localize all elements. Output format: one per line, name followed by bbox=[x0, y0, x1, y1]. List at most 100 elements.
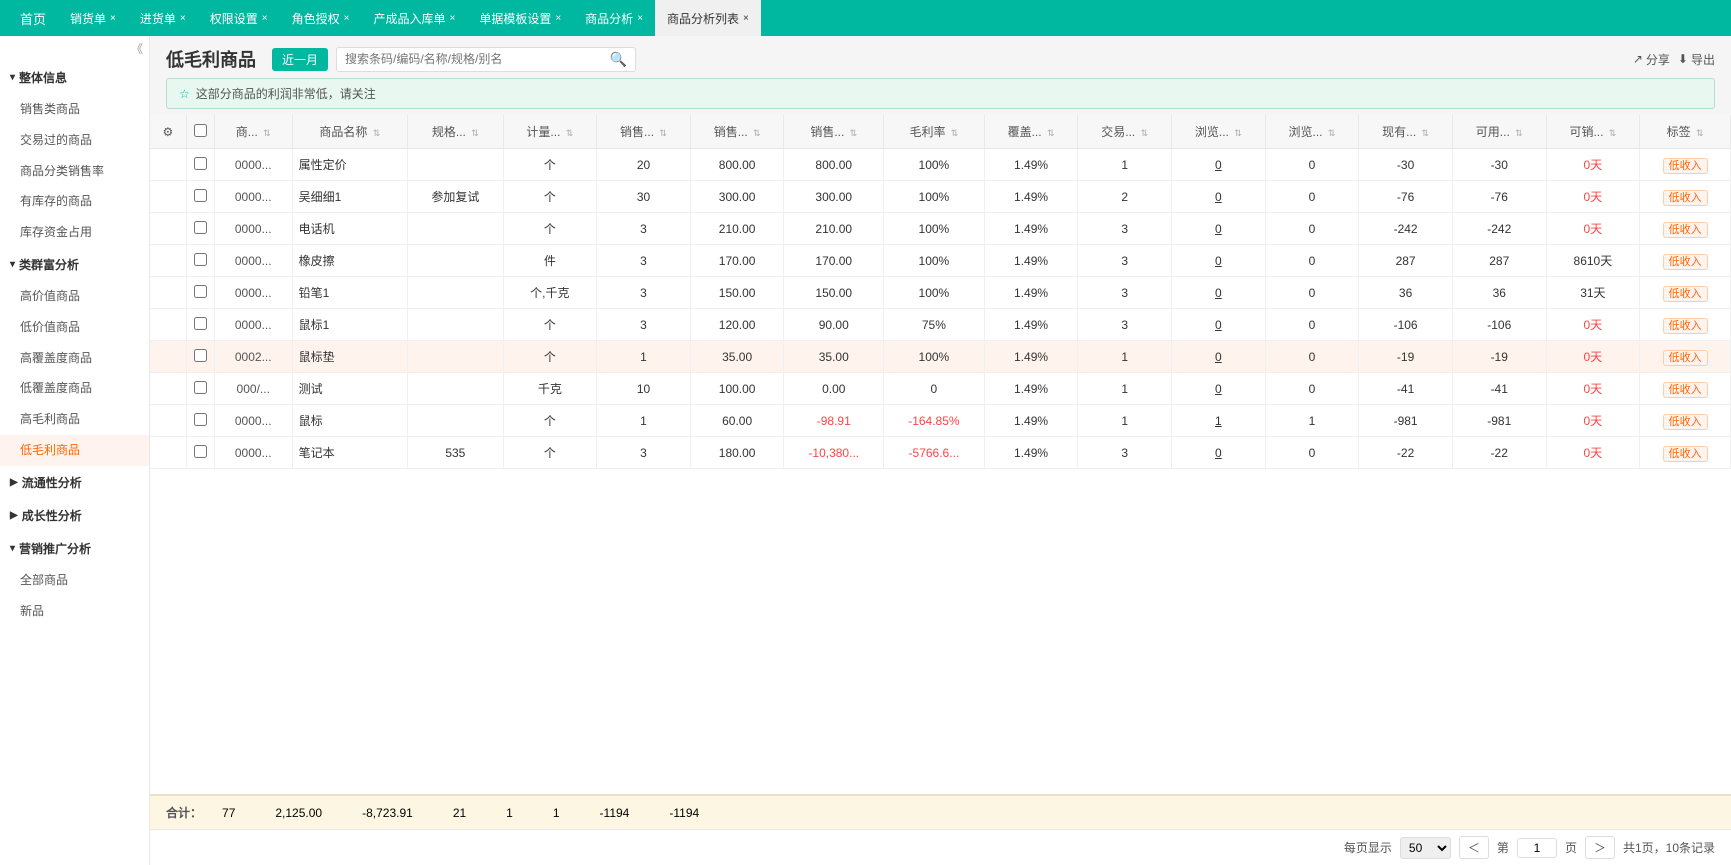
sidebar-collapse-button[interactable]: 《 bbox=[0, 36, 149, 61]
nav-permission-close[interactable]: × bbox=[262, 13, 268, 24]
nav-product-analysis-list-close[interactable]: × bbox=[743, 13, 749, 24]
sidebar-item-high-coverage[interactable]: 高覆盖度商品 bbox=[0, 343, 149, 374]
row-checkbox[interactable] bbox=[194, 221, 207, 234]
row-checkbox[interactable] bbox=[194, 381, 207, 394]
sidebar-item-high-margin[interactable]: 高毛利商品 bbox=[0, 404, 149, 435]
row-checkbox[interactable] bbox=[194, 157, 207, 170]
nav-product-analysis[interactable]: 商品分析 × bbox=[573, 0, 655, 36]
nav-role-close[interactable]: × bbox=[344, 13, 350, 24]
row-settings bbox=[150, 213, 186, 245]
col-spec[interactable]: 规格... ⇅ bbox=[408, 115, 503, 149]
row-view1[interactable]: 0 bbox=[1172, 341, 1266, 373]
row-code: 0000... bbox=[214, 213, 292, 245]
col-sellable[interactable]: 可销... ⇅ bbox=[1546, 115, 1640, 149]
row-view1[interactable]: 0 bbox=[1172, 373, 1266, 405]
col-name[interactable]: 商品名称 ⇅ bbox=[292, 115, 408, 149]
row-view1[interactable]: 0 bbox=[1172, 149, 1266, 181]
row-view1[interactable]: 0 bbox=[1172, 277, 1266, 309]
row-checkbox[interactable] bbox=[194, 285, 207, 298]
sidebar-item-traded-products[interactable]: 交易过的商品 bbox=[0, 125, 149, 156]
nav-sales-close[interactable]: × bbox=[110, 13, 116, 24]
nav-role[interactable]: 角色授权 × bbox=[280, 0, 362, 36]
col-sales-qty[interactable]: 销售... ⇅ bbox=[597, 115, 691, 149]
prev-page-button[interactable]: ＜ bbox=[1459, 836, 1489, 859]
nav-permission[interactable]: 权限设置 × bbox=[198, 0, 280, 36]
sidebar-group-overview[interactable]: ▾ 整体信息 bbox=[0, 61, 149, 94]
col-settings[interactable]: ⚙ bbox=[150, 115, 186, 149]
row-checkbox[interactable] bbox=[194, 349, 207, 362]
nav-template-close[interactable]: × bbox=[555, 13, 561, 24]
nav-template[interactable]: 单据模板设置 × bbox=[467, 0, 573, 36]
nav-product-storage[interactable]: 产成品入库单 × bbox=[361, 0, 467, 36]
row-trade: 1 bbox=[1078, 373, 1172, 405]
col-sales-profit[interactable]: 销售... ⇅ bbox=[784, 115, 884, 149]
sidebar-group-growth[interactable]: ▶ 成长性分析 bbox=[0, 499, 149, 532]
row-checkbox-cell bbox=[186, 245, 214, 277]
row-checkbox[interactable] bbox=[194, 445, 207, 458]
filter-recent-month-button[interactable]: 近一月 bbox=[272, 48, 328, 71]
nav-purchase-close[interactable]: × bbox=[180, 13, 186, 24]
row-checkbox-cell bbox=[186, 277, 214, 309]
sidebar-item-low-coverage[interactable]: 低覆盖度商品 bbox=[0, 373, 149, 404]
page-number-input[interactable] bbox=[1517, 838, 1557, 858]
row-settings bbox=[150, 309, 186, 341]
col-coverage[interactable]: 覆盖... ⇅ bbox=[984, 115, 1078, 149]
col-unit[interactable]: 计量... ⇅ bbox=[503, 115, 597, 149]
sidebar-item-low-margin[interactable]: 低毛利商品 bbox=[0, 435, 149, 466]
sidebar-group-growth-arrow: ▶ bbox=[10, 510, 18, 521]
col-view2[interactable]: 浏览... ⇅ bbox=[1265, 115, 1359, 149]
search-icon[interactable]: 🔍 bbox=[610, 51, 627, 68]
row-spec bbox=[408, 341, 503, 373]
row-checkbox[interactable] bbox=[194, 253, 207, 266]
nav-product-analysis-close[interactable]: × bbox=[637, 13, 643, 24]
col-code[interactable]: 商... ⇅ bbox=[214, 115, 292, 149]
export-button[interactable]: ⬇ 导出 bbox=[1678, 51, 1715, 68]
col-tag[interactable]: 标签 ⇅ bbox=[1640, 115, 1731, 149]
row-view1[interactable]: 1 bbox=[1172, 405, 1266, 437]
row-sales-amount: 35.00 bbox=[690, 341, 784, 373]
sidebar-item-all-products[interactable]: 全部商品 bbox=[0, 565, 149, 596]
sidebar-item-high-value[interactable]: 高价值商品 bbox=[0, 281, 149, 312]
nav-product-storage-close[interactable]: × bbox=[449, 13, 455, 24]
sidebar-group-marketing[interactable]: ▾ 营销推广分析 bbox=[0, 532, 149, 565]
row-view1[interactable]: 0 bbox=[1172, 213, 1266, 245]
row-gross-margin: 0 bbox=[884, 373, 985, 405]
nav-product-analysis-list[interactable]: 商品分析列表 × bbox=[655, 0, 761, 36]
col-current[interactable]: 现有... ⇅ bbox=[1359, 115, 1453, 149]
sidebar-item-new-products[interactable]: 新品 bbox=[0, 596, 149, 627]
col-view1[interactable]: 浏览... ⇅ bbox=[1172, 115, 1266, 149]
row-checkbox[interactable] bbox=[194, 413, 207, 426]
search-box[interactable]: 🔍 bbox=[336, 47, 636, 72]
row-name: 笔记本 bbox=[292, 437, 408, 469]
share-button[interactable]: ↗ 分享 bbox=[1633, 51, 1670, 68]
row-checkbox-cell bbox=[186, 437, 214, 469]
col-gross-margin[interactable]: 毛利率 ⇅ bbox=[884, 115, 985, 149]
row-tag: 低收入 bbox=[1640, 277, 1731, 309]
col-sales-amount[interactable]: 销售... ⇅ bbox=[690, 115, 784, 149]
row-sales-qty: 20 bbox=[597, 149, 691, 181]
sidebar-item-in-stock[interactable]: 有库存的商品 bbox=[0, 186, 149, 217]
row-view1[interactable]: 0 bbox=[1172, 437, 1266, 469]
sidebar-item-sales-products[interactable]: 销售类商品 bbox=[0, 94, 149, 125]
nav-home[interactable]: 首页 bbox=[8, 0, 58, 36]
col-available[interactable]: 可用... ⇅ bbox=[1452, 115, 1546, 149]
sidebar-group-circulation[interactable]: ▶ 流通性分析 bbox=[0, 466, 149, 499]
row-view1[interactable]: 0 bbox=[1172, 309, 1266, 341]
nav-sales[interactable]: 销货单 × bbox=[58, 0, 128, 36]
col-trade[interactable]: 交易... ⇅ bbox=[1078, 115, 1172, 149]
sidebar-group-cluster[interactable]: ▾ 类群富分析 bbox=[0, 248, 149, 281]
row-unit: 个 bbox=[503, 341, 597, 373]
per-page-select[interactable]: 50 100 200 bbox=[1400, 837, 1451, 859]
row-view1[interactable]: 0 bbox=[1172, 245, 1266, 277]
row-view1[interactable]: 0 bbox=[1172, 181, 1266, 213]
sidebar-item-low-value[interactable]: 低价值商品 bbox=[0, 312, 149, 343]
select-all-checkbox[interactable] bbox=[194, 124, 207, 137]
next-page-button[interactable]: ＞ bbox=[1585, 836, 1615, 859]
search-input[interactable] bbox=[345, 52, 610, 66]
row-checkbox[interactable] bbox=[194, 189, 207, 202]
row-checkbox[interactable] bbox=[194, 317, 207, 330]
sidebar-item-stock-capital[interactable]: 库存资金占用 bbox=[0, 217, 149, 248]
table-row: 0000... 鼠标1 个 3 120.00 90.00 75% 1.49% 3… bbox=[150, 309, 1731, 341]
sidebar-item-category-sales-rate[interactable]: 商品分类销售率 bbox=[0, 156, 149, 187]
nav-purchase[interactable]: 进货单 × bbox=[128, 0, 198, 36]
